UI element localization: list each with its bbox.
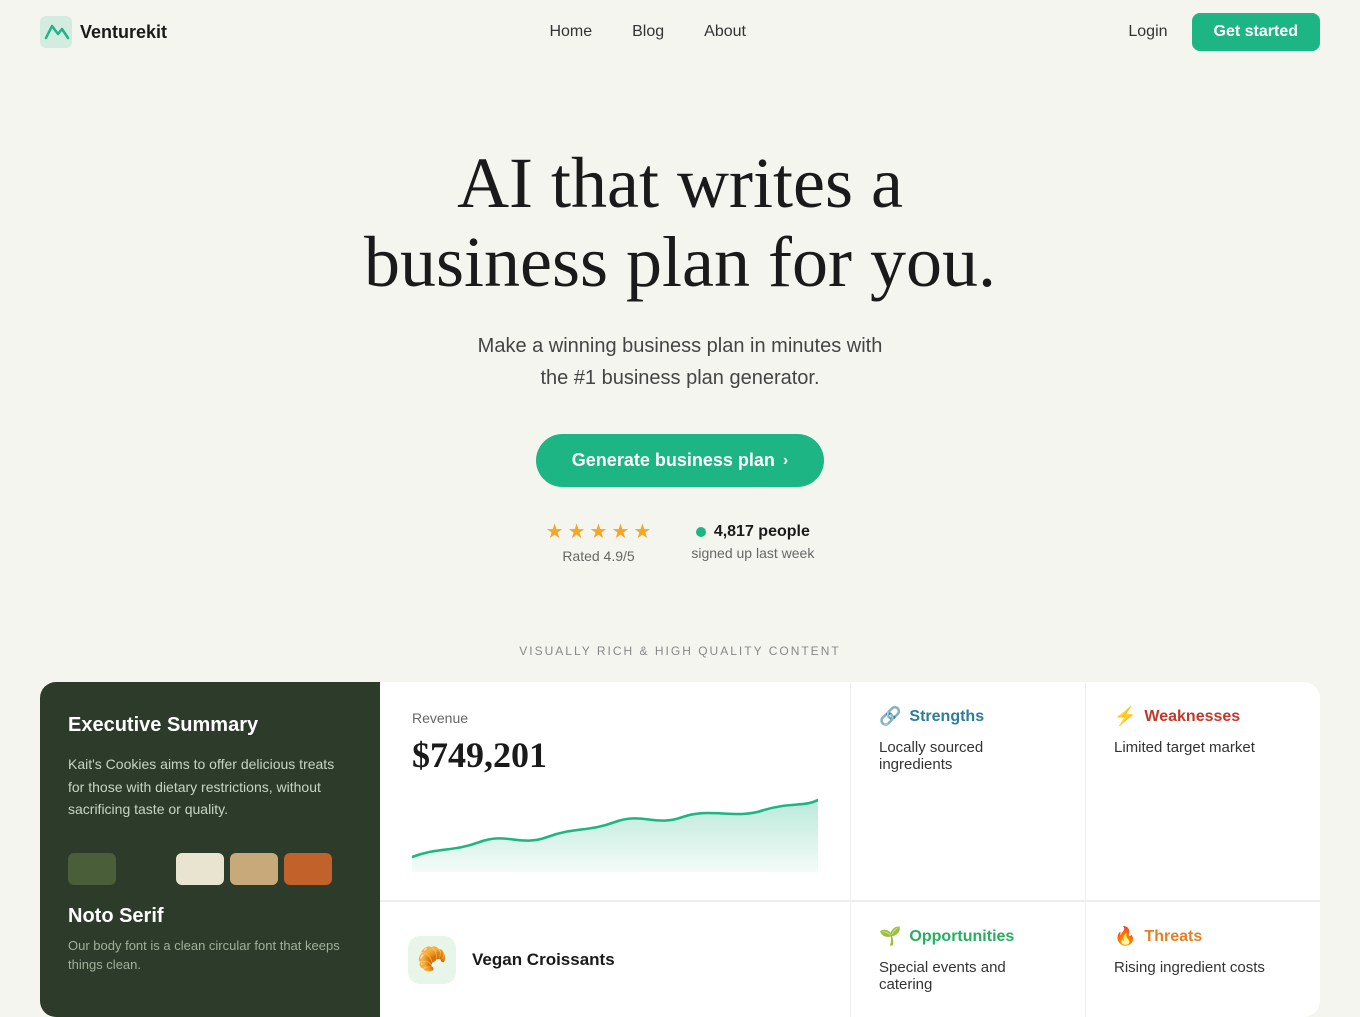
strengths-header: 🔗 Strengths: [879, 706, 1057, 727]
star-4: ★: [611, 519, 629, 544]
rating-group: ★ ★ ★ ★ ★ Rated 4.9/5: [546, 519, 652, 564]
hero-subtitle-line2: the #1 business plan generator.: [540, 367, 819, 389]
star-5: ★: [633, 519, 651, 544]
product-card: 🥐 Vegan Croissants: [380, 901, 850, 1017]
logo-text: Venturekit: [80, 22, 167, 43]
right-bottom: 🥐 Vegan Croissants 🌱 Opportunities Speci…: [380, 901, 1320, 1017]
content-grid: Executive Summary Kait's Cookies aims to…: [40, 682, 1320, 1017]
weaknesses-header: ⚡ Weaknesses: [1114, 706, 1292, 727]
nav-home[interactable]: Home: [549, 23, 592, 41]
green-dot-icon: [696, 527, 706, 537]
section-label: VISUALLY RICH & HIGH QUALITY CONTENT: [0, 624, 1360, 682]
font-name: Noto Serif: [68, 905, 352, 928]
nav-right: Login Get started: [1128, 13, 1320, 51]
threats-label: Threats: [1144, 928, 1202, 946]
swatch-2: [122, 853, 170, 885]
nav-links: Home Blog About: [549, 23, 746, 41]
get-started-button[interactable]: Get started: [1192, 13, 1320, 51]
font-desc: Our body font is a clean circular font t…: [68, 936, 352, 975]
right-top: Revenue $749,201 🔗: [380, 682, 1320, 901]
weaknesses-label: Weaknesses: [1144, 708, 1240, 726]
revenue-card: Revenue $749,201: [380, 682, 850, 901]
rating-text: Rated 4.9/5: [562, 548, 634, 564]
opportunities-threats-row: 🌱 Opportunities Special events and cater…: [850, 901, 1320, 1017]
weaknesses-card: ⚡ Weaknesses Limited target market: [1085, 682, 1320, 900]
generate-plan-button[interactable]: Generate business plan ›: [536, 434, 824, 487]
nav-blog[interactable]: Blog: [632, 23, 664, 41]
swatch-5: [284, 853, 332, 885]
logo-icon: [40, 16, 72, 48]
strengths-label: Strengths: [909, 708, 984, 726]
swatch-3: [176, 853, 224, 885]
threats-card: 🔥 Threats Rising ingredient costs: [1085, 901, 1320, 1017]
hero-section: AI that writes a business plan for you. …: [0, 64, 1360, 624]
revenue-amount: $749,201: [412, 734, 818, 776]
signup-label: signed up last week: [691, 545, 814, 561]
weaknesses-text: Limited target market: [1114, 739, 1292, 756]
exec-summary-card: Executive Summary Kait's Cookies aims to…: [40, 682, 380, 1017]
chevron-right-icon: ›: [783, 452, 788, 470]
opportunities-label: Opportunities: [909, 928, 1014, 946]
logo[interactable]: Venturekit: [40, 16, 167, 48]
swatch-1: [68, 853, 116, 885]
generate-plan-label: Generate business plan: [572, 450, 775, 471]
strengths-card: 🔗 Strengths Locally sourced ingredients: [850, 682, 1085, 900]
star-3: ★: [590, 519, 608, 544]
opportunities-text: Special events and catering: [879, 959, 1057, 993]
star-1: ★: [546, 519, 564, 544]
nav-about[interactable]: About: [704, 23, 746, 41]
strengths-icon: 🔗: [879, 706, 901, 727]
navbar: Venturekit Home Blog About Login Get sta…: [0, 0, 1360, 64]
strengths-text: Locally sourced ingredients: [879, 739, 1057, 773]
social-proof: ★ ★ ★ ★ ★ Rated 4.9/5 4,817 people signe…: [40, 519, 1320, 564]
opportunities-header: 🌱 Opportunities: [879, 926, 1057, 947]
signup-count-row: 4,817 people: [696, 523, 810, 541]
signup-count: 4,817 people: [714, 523, 810, 541]
signup-group: 4,817 people signed up last week: [691, 523, 814, 561]
color-palette: [68, 853, 352, 885]
product-name: Vegan Croissants: [472, 950, 615, 970]
weaknesses-icon: ⚡: [1114, 706, 1136, 727]
product-emoji: 🥐: [417, 945, 447, 974]
hero-title-line1: AI that writes a: [457, 143, 903, 223]
hero-subtitle: Make a winning business plan in minutes …: [40, 330, 1320, 394]
opportunities-card: 🌱 Opportunities Special events and cater…: [850, 901, 1085, 1017]
star-rating: ★ ★ ★ ★ ★: [546, 519, 652, 544]
opportunities-icon: 🌱: [879, 926, 901, 947]
strengths-weaknesses-row: 🔗 Strengths Locally sourced ingredients …: [850, 682, 1320, 901]
login-button[interactable]: Login: [1128, 23, 1167, 41]
swatch-4: [230, 853, 278, 885]
exec-summary-text: Kait's Cookies aims to offer delicious t…: [68, 753, 352, 820]
product-icon: 🥐: [408, 936, 456, 984]
threats-icon: 🔥: [1114, 926, 1136, 947]
exec-summary-title: Executive Summary: [68, 714, 352, 737]
star-2: ★: [568, 519, 586, 544]
threats-header: 🔥 Threats: [1114, 926, 1292, 947]
hero-subtitle-line1: Make a winning business plan in minutes …: [478, 335, 883, 357]
hero-title-line2: business plan for you.: [364, 222, 996, 302]
threats-text: Rising ingredient costs: [1114, 959, 1292, 976]
revenue-chart: [412, 792, 818, 872]
hero-title: AI that writes a business plan for you.: [40, 144, 1320, 302]
revenue-label: Revenue: [412, 710, 818, 726]
